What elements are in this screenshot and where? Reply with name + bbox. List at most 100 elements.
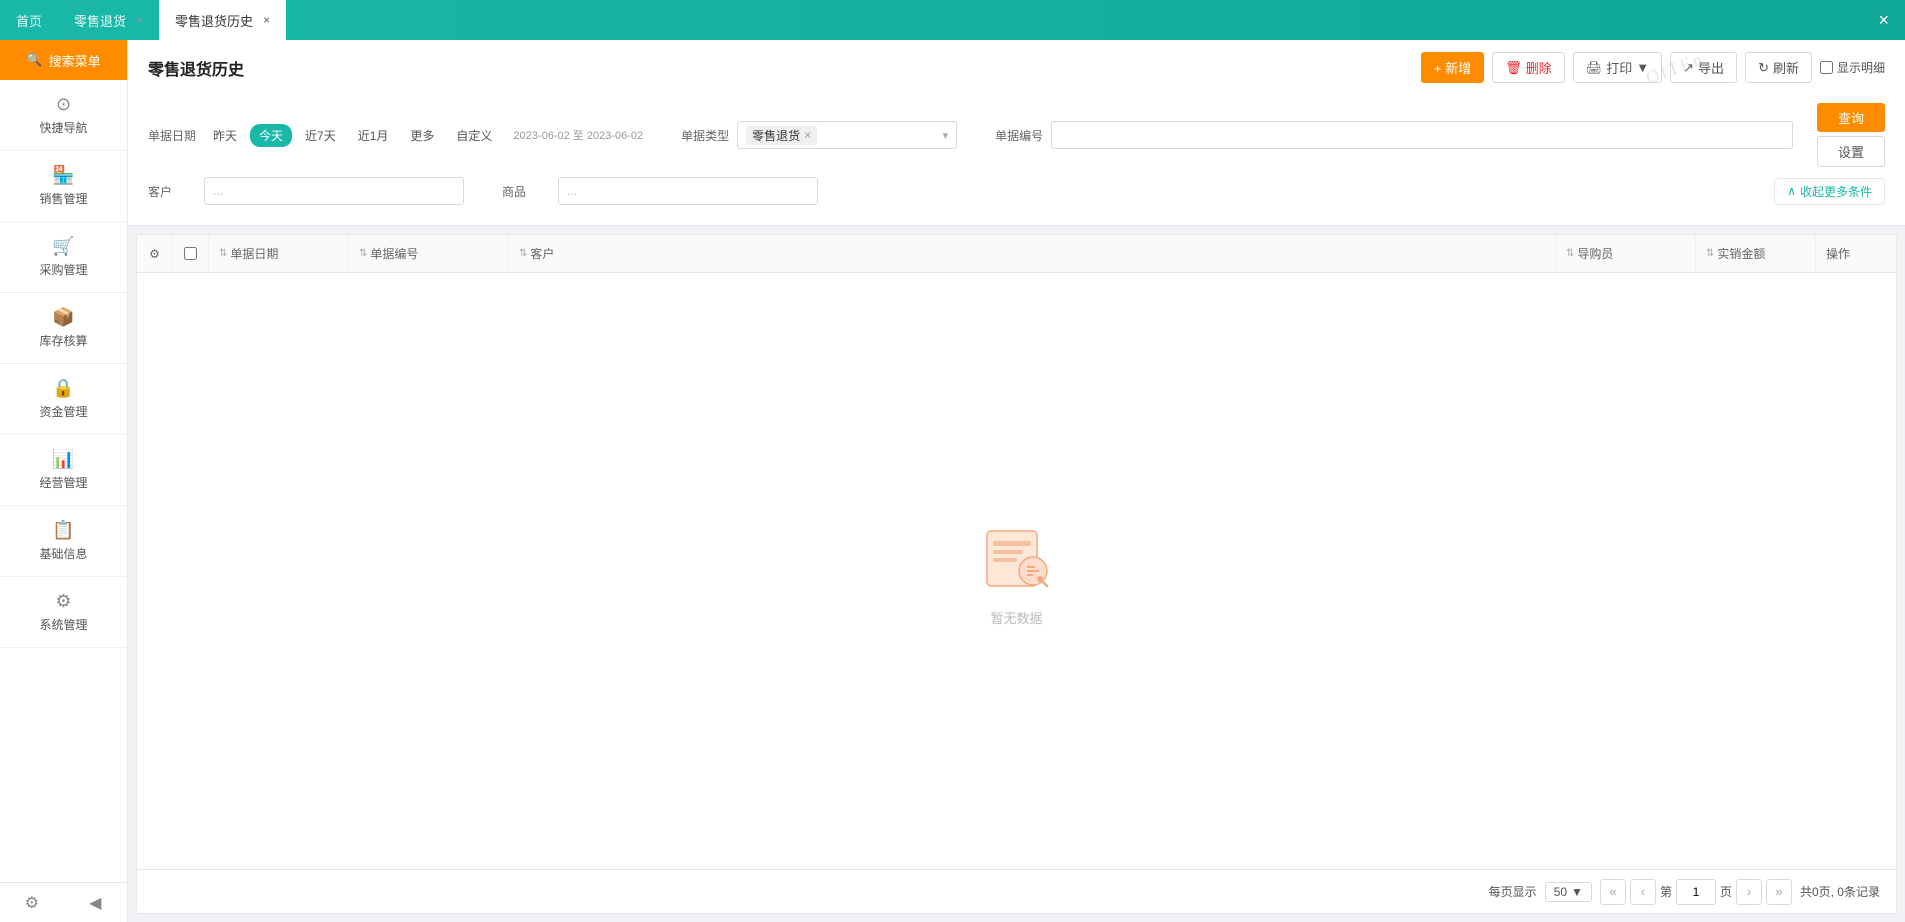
prev-page-btn[interactable]: ‹	[1630, 879, 1656, 905]
table-container: ⚙ ⇅ 单据日期 ⇅ 单据编号 ⇅ 客户 ⇅	[136, 234, 1897, 914]
sort-icon-amount: ⇅	[1706, 248, 1714, 259]
delete-button[interactable]: 🗑 删除	[1492, 52, 1565, 83]
sidebar-bottom: ⚙ ◀	[0, 882, 127, 922]
new-button[interactable]: + 新增	[1421, 52, 1484, 83]
total-text: 共0页, 0条记录	[1800, 883, 1880, 900]
next-page-btn[interactable]: ›	[1736, 879, 1762, 905]
sort-icon-num: ⇅	[359, 248, 367, 259]
filter-row-2: 客户 ... 商品 ...	[148, 177, 1885, 205]
query-button[interactable]: 查询	[1817, 103, 1885, 132]
date-yesterday[interactable]: 昨天	[204, 124, 246, 147]
sidebar-item-label: 基础信息	[39, 545, 87, 562]
export-button[interactable]: ↗ 导出	[1670, 52, 1737, 83]
date-filter: 昨天 今天 近7天 近1月 更多 自定义	[204, 124, 501, 147]
sidebar-settings-btn[interactable]: ⚙	[0, 883, 64, 922]
print-icon: 🖨	[1586, 60, 1603, 76]
doc-type-select[interactable]: 零售退货 × ▾	[737, 121, 957, 149]
th-customer[interactable]: ⇅ 客户	[509, 235, 1556, 272]
date-7days[interactable]: 近7天	[296, 124, 345, 147]
main-content: 零售退货历史 + 新增 🗑 删除 🖨 打印 ▼ ↗	[128, 40, 1905, 922]
filter-row-1: 单据日期 昨天 今天 近7天 近1月 更多 自定义 2023-06-02 至 2…	[148, 103, 1885, 167]
page-size-select[interactable]: 50 ▼	[1545, 882, 1592, 902]
doc-type-arrow: ▾	[943, 129, 949, 142]
collapse-icon: ∧	[1787, 184, 1796, 198]
settings-button[interactable]: 设置	[1817, 136, 1885, 167]
operations-icon: 📊	[52, 449, 74, 470]
doc-num-input[interactable]	[1051, 121, 1793, 149]
th-checkbox[interactable]	[173, 235, 209, 272]
sidebar-item-basic[interactable]: 📋 基础信息	[0, 506, 127, 577]
inventory-icon: 📦	[52, 307, 74, 328]
page-title-row: 零售退货历史 + 新增 🗑 删除 🖨 打印 ▼ ↗	[148, 52, 1885, 83]
table-settings-icon: ⚙	[149, 247, 160, 261]
sidebar-item-inventory[interactable]: 📦 库存核算	[0, 293, 127, 364]
date-range-display: 2023-06-02 至 2023-06-02	[513, 127, 643, 143]
empty-state: 暂无数据	[137, 273, 1896, 869]
doc-type-label: 单据类型	[681, 127, 731, 144]
print-button[interactable]: 🖨 打印 ▼	[1573, 52, 1662, 83]
doc-type-remove[interactable]: ×	[804, 128, 811, 142]
tab-retail-return[interactable]: 零售退货 ×	[58, 0, 159, 40]
date-1month[interactable]: 近1月	[349, 124, 398, 147]
empty-icon	[977, 516, 1057, 596]
customer-select[interactable]: ...	[204, 177, 464, 205]
fold-icon: ◀	[89, 893, 101, 913]
th-date[interactable]: ⇅ 单据日期	[209, 235, 349, 272]
search-icon: 🔍	[26, 52, 42, 68]
customer-label: 客户	[148, 183, 198, 200]
basic-icon: 📋	[52, 520, 74, 541]
page-header: 零售退货历史 + 新增 🗑 删除 🖨 打印 ▼ ↗	[128, 40, 1905, 226]
sidebar-item-sales[interactable]: 🏪 销售管理	[0, 151, 127, 222]
th-num[interactable]: ⇅ 单据编号	[349, 235, 509, 272]
doc-num-label: 单据编号	[995, 127, 1045, 144]
sidebar-item-operations[interactable]: 📊 经营管理	[0, 435, 127, 506]
page-number-input[interactable]	[1676, 879, 1716, 905]
customer-filter-item: 客户 ...	[148, 177, 464, 205]
layout: 🔍 搜索菜单 ⊙ 快捷导航 🏪 销售管理 🛒 采购管理 📦 库存核算 🔒	[0, 40, 1905, 922]
last-page-btn[interactable]: »	[1766, 879, 1792, 905]
first-page-btn[interactable]: «	[1600, 879, 1626, 905]
tab-retail-return-history-close[interactable]: ×	[263, 13, 270, 27]
th-settings[interactable]: ⚙	[137, 235, 173, 272]
date-filter-label: 单据日期	[148, 127, 198, 144]
show-detail-checkbox[interactable]: 显示明细	[1820, 59, 1885, 76]
top-bar: 首页 零售退货 × 零售退货历史 × ×	[0, 0, 1905, 40]
toolbar: + 新增 🗑 删除 🖨 打印 ▼ ↗ 导出	[1421, 52, 1885, 83]
date-today[interactable]: 今天	[250, 124, 292, 147]
doc-type-tag: 零售退货 ×	[746, 126, 817, 145]
sidebar-search-label: 搜索菜单	[49, 51, 101, 70]
quick-nav-icon: ⊙	[56, 94, 71, 115]
collapse-area: ∧ 收起更多条件	[1774, 178, 1885, 205]
date-custom[interactable]: 自定义	[447, 124, 501, 147]
tab-home[interactable]: 首页	[0, 0, 58, 40]
sidebar-item-finance[interactable]: 🔒 资金管理	[0, 364, 127, 435]
finance-icon: 🔒	[52, 378, 74, 399]
sidebar-item-quick-nav[interactable]: ⊙ 快捷导航	[0, 80, 127, 151]
goods-filter-item: 商品 ...	[502, 177, 818, 205]
select-all-checkbox[interactable]	[184, 247, 197, 260]
refresh-button[interactable]: ↻ 刷新	[1745, 52, 1812, 83]
print-dropdown-arrow: ▼	[1636, 60, 1649, 75]
sidebar-item-purchase[interactable]: 🛒 采购管理	[0, 222, 127, 293]
sort-icon-date: ⇅	[219, 248, 227, 259]
sidebar-item-label: 快捷导航	[39, 119, 87, 136]
goods-select[interactable]: ...	[558, 177, 818, 205]
th-amount[interactable]: ⇅ 实销金额	[1696, 235, 1816, 272]
show-detail-input[interactable]	[1820, 61, 1833, 74]
tab-retail-return-history[interactable]: 零售退货历史 ×	[159, 0, 286, 40]
collapse-button[interactable]: ∧ 收起更多条件	[1774, 178, 1885, 205]
th-guide[interactable]: ⇅ 导购员	[1556, 235, 1696, 272]
date-more[interactable]: 更多	[401, 124, 443, 147]
page-label: 第	[1660, 883, 1672, 900]
tab-retail-return-close[interactable]: ×	[136, 13, 143, 27]
window-close-button[interactable]: ×	[1862, 10, 1905, 31]
filter-area: 单据日期 昨天 今天 近7天 近1月 更多 自定义 2023-06-02 至 2…	[148, 93, 1885, 225]
sidebar-item-label: 资金管理	[39, 403, 87, 420]
sidebar-item-label: 库存核算	[39, 332, 87, 349]
sidebar-search[interactable]: 🔍 搜索菜单	[0, 40, 127, 80]
sidebar-item-label: 销售管理	[39, 190, 87, 207]
table-header: ⚙ ⇅ 单据日期 ⇅ 单据编号 ⇅ 客户 ⇅	[137, 235, 1896, 273]
sidebar-item-system[interactable]: ⚙ 系统管理	[0, 577, 127, 648]
sidebar-fold-btn[interactable]: ◀	[64, 883, 128, 922]
pagination: 每页显示 50 ▼ « ‹ 第 页 ›	[137, 869, 1896, 913]
